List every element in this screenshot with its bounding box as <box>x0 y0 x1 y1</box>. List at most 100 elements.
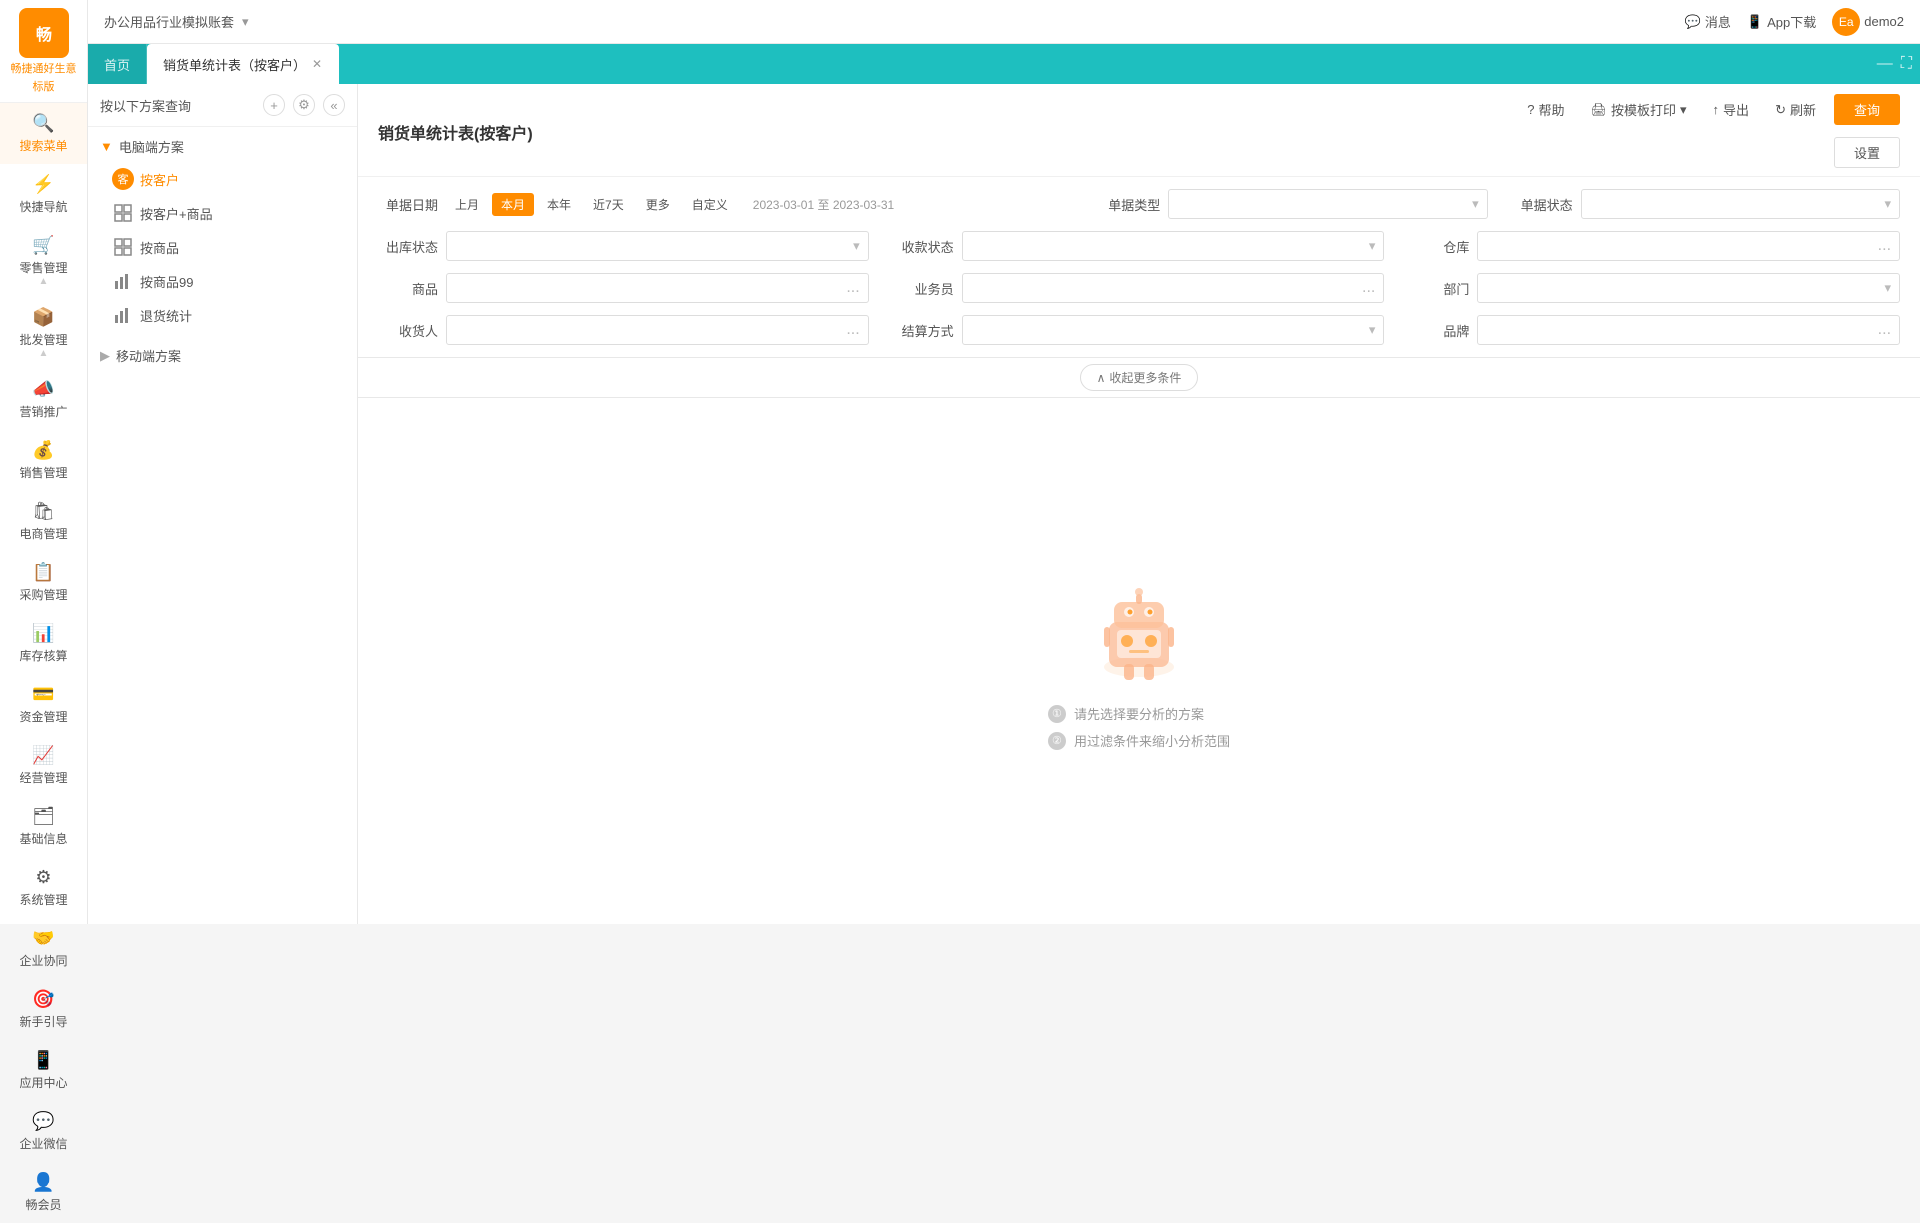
sidebar-item-label: 库存核算 <box>19 647 67 664</box>
add-icon: + <box>270 98 278 113</box>
tree-mobile-parent[interactable]: ▶ 移动端方案 <box>88 340 357 371</box>
divider-7 <box>881 315 882 345</box>
empty-robot-svg <box>1079 572 1199 692</box>
sidebar-item-label: 批发管理 <box>19 331 67 348</box>
sidebar-item-inventory[interactable]: 📊 库存核算 <box>0 613 87 674</box>
receiver-select[interactable]: ... <box>446 315 869 345</box>
sidebar-item-system[interactable]: ⚙ 系统管理 <box>0 857 87 918</box>
divider-8 <box>1396 315 1397 345</box>
collapse-conditions-btn[interactable]: ∧ 收起更多条件 <box>1080 364 1199 391</box>
company-name: 办公用品行业模拟账套 <box>104 12 234 31</box>
date-label: 单据日期 <box>378 195 438 214</box>
staff-select[interactable]: ... <box>962 273 1385 303</box>
warehouse-select[interactable]: ... <box>1477 231 1900 261</box>
sidebar-item-operation[interactable]: 📈 经营管理 <box>0 735 87 796</box>
empty-state: ① 请先选择要分析的方案 ② 用过滤条件来缩小分析范围 <box>358 398 1920 924</box>
sidebar-item-appcenter[interactable]: 📱 应用中心 <box>0 1040 87 1101</box>
template-print-btn[interactable]: 🖨 按模板打印 ▾ <box>1582 96 1694 123</box>
staff-dots-icon[interactable]: ... <box>1362 279 1375 297</box>
payment-dropdown-icon: ▾ <box>1369 322 1376 338</box>
sidebar-item-wholesale[interactable]: 📦 批发管理 ▲ <box>0 297 87 369</box>
dept-label: 部门 <box>1409 279 1469 298</box>
refresh-btn[interactable]: ↻ 刷新 <box>1767 96 1824 123</box>
user-area[interactable]: Ea demo2 <box>1832 8 1904 36</box>
sidebar-item-retail[interactable]: 🛒 零售管理 ▲ <box>0 225 87 297</box>
warehouse-dots-icon[interactable]: ... <box>1878 237 1891 255</box>
tree-child-returns[interactable]: 退货统计 <box>88 298 357 332</box>
report-tab-label: 销货单统计表（按客户） <box>163 55 306 74</box>
message-btn[interactable]: 💬 消息 <box>1685 12 1731 31</box>
export-label: 导出 <box>1723 100 1749 119</box>
sidebar-item-wechat[interactable]: 💬 企业微信 <box>0 1101 87 1162</box>
date-tab-custom[interactable]: 自定义 <box>683 193 737 216</box>
sidebar-item-ecommerce[interactable]: 🛍 电商管理 <box>0 491 87 552</box>
tab-close-btn[interactable]: ✕ <box>312 57 322 71</box>
brand-select[interactable]: ... <box>1477 315 1900 345</box>
app-download-btn[interactable]: 📱 App下载 <box>1747 12 1816 31</box>
receipt-status-select[interactable]: ▾ <box>962 231 1385 261</box>
out-status-select[interactable]: ▾ <box>446 231 869 261</box>
dropdown-icon[interactable]: ▾ <box>242 14 249 30</box>
tree-desktop-parent[interactable]: ▼ 电脑端方案 <box>88 131 357 162</box>
sidebar-item-shortcuts[interactable]: ⚡ 快捷导航 <box>0 164 87 225</box>
date-tab-7days[interactable]: 近7天 <box>584 193 633 216</box>
filter-doc-status: 单据状态 ▾ <box>1513 189 1900 219</box>
ecommerce-icon: 🛍 <box>32 501 55 522</box>
goods-select[interactable]: ... <box>446 273 869 303</box>
tree-child-by-goods-99[interactable]: 按商品99 <box>88 264 357 298</box>
sidebar-item-enterprise[interactable]: 🤝 企业协同 <box>0 918 87 979</box>
doc-status-select[interactable]: ▾ <box>1581 189 1900 219</box>
date-tab-this-month[interactable]: 本月 <box>492 193 534 216</box>
date-tab-more[interactable]: 更多 <box>637 193 679 216</box>
tree-child-by-customer-goods[interactable]: 按客户+商品 <box>88 196 357 230</box>
tab-report[interactable]: 销货单统计表（按客户） ✕ <box>147 44 339 84</box>
add-scheme-btn[interactable]: + <box>263 94 285 116</box>
tab-home[interactable]: 首页 <box>88 44 147 84</box>
scheme-settings-btn[interactable]: ⚙ <box>293 94 315 116</box>
collapse-panel-btn[interactable]: « <box>323 94 345 116</box>
message-icon: 💬 <box>1685 14 1701 30</box>
sidebar-item-basic[interactable]: 🗂 基础信息 <box>0 796 87 857</box>
sidebar-item-marketing[interactable]: 📣 营销推广 <box>0 369 87 430</box>
logo-subtext: 标版 <box>33 78 55 94</box>
export-btn[interactable]: ↑ 导出 <box>1705 96 1758 123</box>
receipt-status-label: 收款状态 <box>894 237 954 256</box>
tab-maximize-btn[interactable]: ⛶ <box>1901 55 1912 73</box>
logo-text: 畅捷通好生意 <box>11 60 77 76</box>
dept-dropdown-icon: ▾ <box>1884 280 1891 296</box>
sidebar-item-sales[interactable]: 💰 销售管理 <box>0 430 87 491</box>
sidebar-item-member[interactable]: 👤 畅会员 <box>0 1162 87 1223</box>
by-goods-icon <box>112 236 134 258</box>
tree-child-by-goods[interactable]: 按商品 <box>88 230 357 264</box>
collapse-btn-row: ∧ 收起更多条件 <box>358 358 1920 398</box>
filter-area: 单据日期 上月 本月 本年 近7天 更多 自定义 2023-03-01 至 20… <box>358 177 1920 358</box>
out-status-dropdown-icon: ▾ <box>853 238 860 254</box>
help-btn[interactable]: ? 帮助 <box>1519 96 1572 123</box>
goods-dots-icon[interactable]: ... <box>846 279 859 297</box>
purchase-icon: 📋 <box>32 562 54 583</box>
sidebar-item-label: 电商管理 <box>19 525 67 542</box>
tab-minimize-btn[interactable]: — <box>1877 55 1893 73</box>
date-tab-last-month[interactable]: 上月 <box>446 193 488 216</box>
newbie-icon: 🎯 <box>32 989 54 1010</box>
settings-button[interactable]: 设置 <box>1834 137 1900 168</box>
sidebar-item-search[interactable]: 🔍 搜索菜单 <box>0 103 87 164</box>
sidebar-item-label: 畅会员 <box>25 1196 61 1213</box>
tree-child-by-customer[interactable]: 客 按客户 <box>88 162 357 196</box>
doc-type-select[interactable]: ▾ <box>1168 189 1487 219</box>
payment-select[interactable]: ▾ <box>962 315 1385 345</box>
receiver-dots-icon[interactable]: ... <box>846 321 859 339</box>
tree-desktop-section: ▼ 电脑端方案 客 按客户 按客户+商品 <box>88 127 357 336</box>
sidebar-item-newbie[interactable]: 🎯 新手引导 <box>0 979 87 1040</box>
collapse-label: 收起更多条件 <box>1109 369 1181 386</box>
dept-select[interactable]: ▾ <box>1477 273 1900 303</box>
sidebar-item-label: 营销推广 <box>19 403 67 420</box>
brand-dots-icon[interactable]: ... <box>1878 321 1891 339</box>
query-button[interactable]: 查询 <box>1834 94 1900 125</box>
sidebar-item-finance[interactable]: 💳 资金管理 <box>0 674 87 735</box>
date-tab-this-year[interactable]: 本年 <box>538 193 580 216</box>
wholesale-icon: 📦 <box>32 307 54 328</box>
hint-2-num: ② <box>1048 732 1066 750</box>
sidebar-item-purchase[interactable]: 📋 采购管理 <box>0 552 87 613</box>
goods-label: 商品 <box>378 279 438 298</box>
